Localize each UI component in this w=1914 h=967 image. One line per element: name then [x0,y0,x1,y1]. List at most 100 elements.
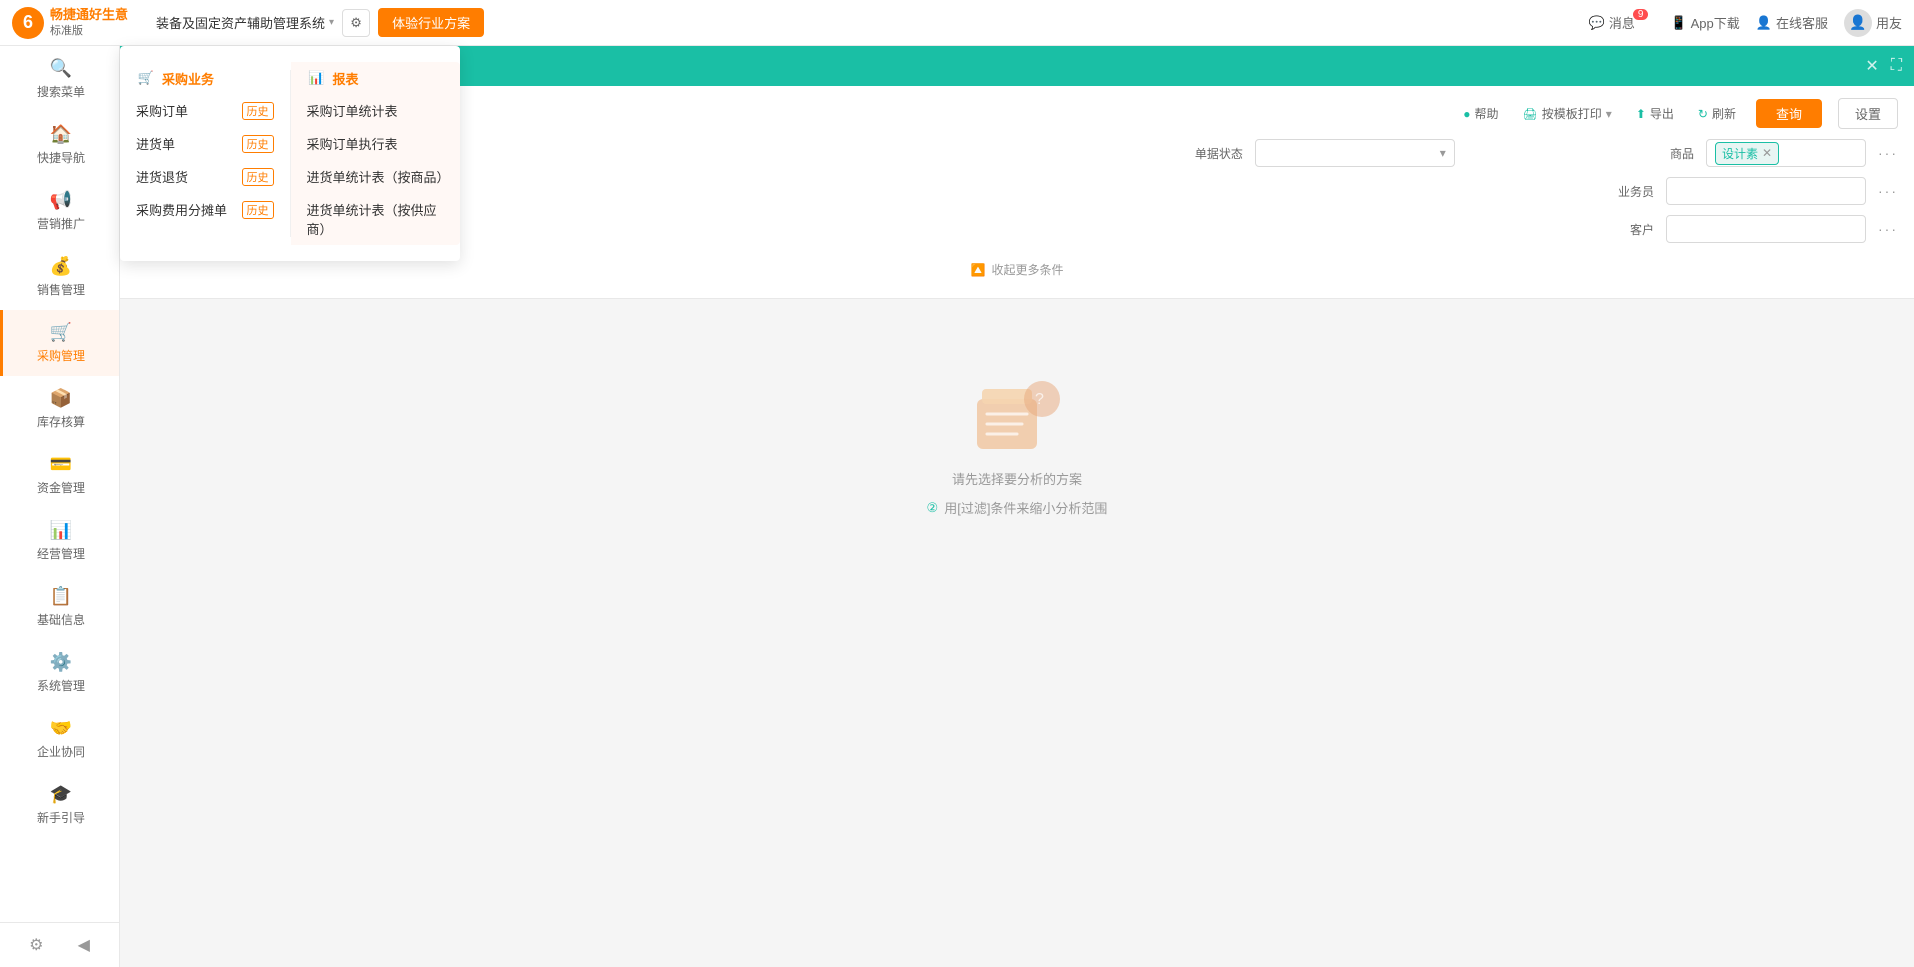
history-badge: 历史 [242,168,274,186]
dropdown-purchase-order-stats[interactable]: 采购订单统计表 [299,94,453,127]
sidebar: 🔍 搜索菜单 🏠 快捷导航 📢 营销推广 💰 销售管理 🛒 采购管理 📦 库存核… [0,46,120,967]
sidebar-item-purchase[interactable]: 🛒 采购管理 [0,310,119,376]
info-icon: 📋 [50,586,72,607]
headset-icon: 👤 [1756,15,1772,31]
dropdown-section: 🛒 采购业务 采购订单 历史 进货单 历史 进货退货 历史 采购费用分摊单 历史 [120,58,460,249]
history-badge: 历史 [242,201,274,219]
marketing-icon: 📢 [50,190,72,211]
topbar-left: 6 畅捷通好生意 标准版 装备及固定资产辅助管理系统 ▾ ⚙ 体验行业方案 [12,7,1589,39]
report-col: 📊 报表 采购订单统计表 采购订单执行表 进货单统计表（按商品） 进货单统计表（… [291,62,461,245]
tab-close-window-button[interactable]: ✕ [1861,52,1882,80]
sidebar-item-basic-info[interactable]: 📋 基础信息 [0,574,119,640]
empty-icon: ? [967,379,1067,459]
tab-maximize-button[interactable]: ⛶ [1887,53,1906,79]
footer-collapse-icon[interactable]: ◀ [78,935,90,955]
home-icon: 🏠 [50,124,72,145]
salesperson-dots[interactable]: ··· [1878,183,1898,199]
phone-icon: 📱 [1670,15,1686,31]
logo-icon: 6 [12,7,44,39]
sidebar-item-finance[interactable]: 💳 资金管理 [0,442,119,508]
empty-line2: ② 用[过滤]条件来缩小分析范围 [927,498,1108,517]
online-service-button[interactable]: 👤 在线客服 [1756,13,1828,32]
purchase-col: 🛒 采购业务 采购订单 历史 进货单 历史 进货退货 历史 采购费用分摊单 历史 [120,62,290,245]
purchase-icon: 🛒 [50,322,72,343]
operations-icon: 📊 [50,520,72,541]
refresh-button[interactable]: ↻ 刷新 [1694,105,1740,122]
system-name[interactable]: 装备及固定资产辅助管理系统 ▾ [156,13,334,32]
message-badge: 9 [1633,9,1649,20]
history-badge: 历史 [242,135,274,153]
collapse-icon: 🔼 [971,263,986,277]
help-button[interactable]: ● 帮助 [1459,105,1502,122]
report-section-icon: 📊 [307,68,327,88]
purchase-section-icon: 🛒 [136,68,156,88]
topbar-right: 💬 消息 9 📱 App下载 👤 在线客服 👤 用友 [1589,9,1902,37]
svg-text:?: ? [1035,391,1044,408]
sidebar-item-guide[interactable]: 🎓 新手引导 [0,772,119,838]
search-icon: 🔍 [50,58,72,79]
doc-status-select[interactable]: ▾ [1255,139,1455,167]
doc-status-chevron-icon: ▾ [1440,146,1446,160]
goods-label: 商品 [1639,145,1694,162]
print-chevron-icon: ▾ [1606,107,1612,121]
report-section-title: 📊 报表 [299,62,453,94]
settings-button[interactable]: ⚙ [342,9,370,37]
sidebar-item-system[interactable]: ⚙️ 系统管理 [0,640,119,706]
export-button[interactable]: ⬆ 导出 [1632,105,1678,122]
history-badge: 历史 [242,102,274,120]
topbar: 6 畅捷通好生意 标准版 装备及固定资产辅助管理系统 ▾ ⚙ 体验行业方案 💬 … [0,0,1914,46]
logo-text: 畅捷通好生意 标准版 [50,7,128,38]
empty-line1: 请先选择要分析的方案 [952,469,1082,488]
print-button[interactable]: 🖨 按模板打印 ▾ [1519,105,1616,122]
export-icon: ⬆ [1636,107,1646,121]
customer-label: 客户 [1599,221,1654,238]
messages-button[interactable]: 💬 消息 9 [1589,13,1655,32]
dropdown-inbound[interactable]: 进货单 历史 [128,127,282,160]
salesperson-input[interactable] [1666,177,1866,205]
sidebar-item-enterprise[interactable]: 🤝 企业协同 [0,706,119,772]
logo: 6 畅捷通好生意 标准版 [12,7,128,39]
finance-icon: 💳 [50,454,72,475]
goods-tag-close-icon[interactable]: ✕ [1762,146,1772,160]
dropdown-inbound-return[interactable]: 进货退货 历史 [128,160,282,193]
sidebar-item-inventory[interactable]: 📦 库存核算 [0,376,119,442]
dropdown-purchase-fee[interactable]: 采购费用分摊单 历史 [128,193,282,226]
industry-button[interactable]: 体验行业方案 [378,8,484,37]
dropdown-inbound-stats-supplier[interactable]: 进货单统计表（按供应商） [299,193,453,245]
customer-dots[interactable]: ··· [1878,221,1898,237]
empty-bullet2: ② [927,500,939,516]
chevron-down-icon: ▾ [329,17,334,28]
avatar: 👤 [1844,9,1872,37]
tabbar-actions: ✕ ⛶ [1861,52,1914,80]
sidebar-item-search[interactable]: 🔍 搜索菜单 [0,46,119,112]
sales-icon: 💰 [50,256,72,277]
dropdown-purchase-order[interactable]: 采购订单 历史 [128,94,282,127]
footer-settings-icon[interactable]: ⚙ [29,935,43,955]
doc-status-label: 单据状态 [1188,145,1243,162]
goods-input[interactable]: 设计素 ✕ [1706,139,1866,167]
empty-state: ? 请先选择要分析的方案 ② 用[过滤]条件来缩小分析范围 [120,299,1914,597]
purchase-dropdown-menu: 🛒 采购业务 采购订单 历史 进货单 历史 进货退货 历史 采购费用分摊单 历史 [120,46,460,261]
query-button[interactable]: 查询 [1756,99,1822,128]
inventory-icon: 📦 [50,388,72,409]
sidebar-item-navigation[interactable]: 🏠 快捷导航 [0,112,119,178]
set-button[interactable]: 设置 [1838,98,1898,129]
guide-icon: 🎓 [50,784,72,805]
goods-dots[interactable]: ··· [1878,145,1898,161]
dropdown-purchase-order-exec[interactable]: 采购订单执行表 [299,127,453,160]
message-icon: 💬 [1589,15,1605,31]
user-menu[interactable]: 👤 用友 [1844,9,1902,37]
customer-input[interactable] [1666,215,1866,243]
print-icon: 🖨 [1523,107,1538,121]
dropdown-inbound-stats-goods[interactable]: 进货单统计表（按商品） [299,160,453,193]
refresh-icon: ↻ [1698,107,1708,121]
sidebar-item-marketing[interactable]: 📢 营销推广 [0,178,119,244]
enterprise-icon: 🤝 [50,718,72,739]
sidebar-footer: ⚙ ◀ [0,922,119,967]
app-download-button[interactable]: 📱 App下载 [1670,13,1739,32]
sidebar-item-sales[interactable]: 💰 销售管理 [0,244,119,310]
salesperson-label: 业务员 [1599,183,1654,200]
sidebar-item-operations[interactable]: 📊 经营管理 [0,508,119,574]
goods-tag: 设计素 ✕ [1715,142,1779,165]
system-icon: ⚙️ [50,652,72,673]
